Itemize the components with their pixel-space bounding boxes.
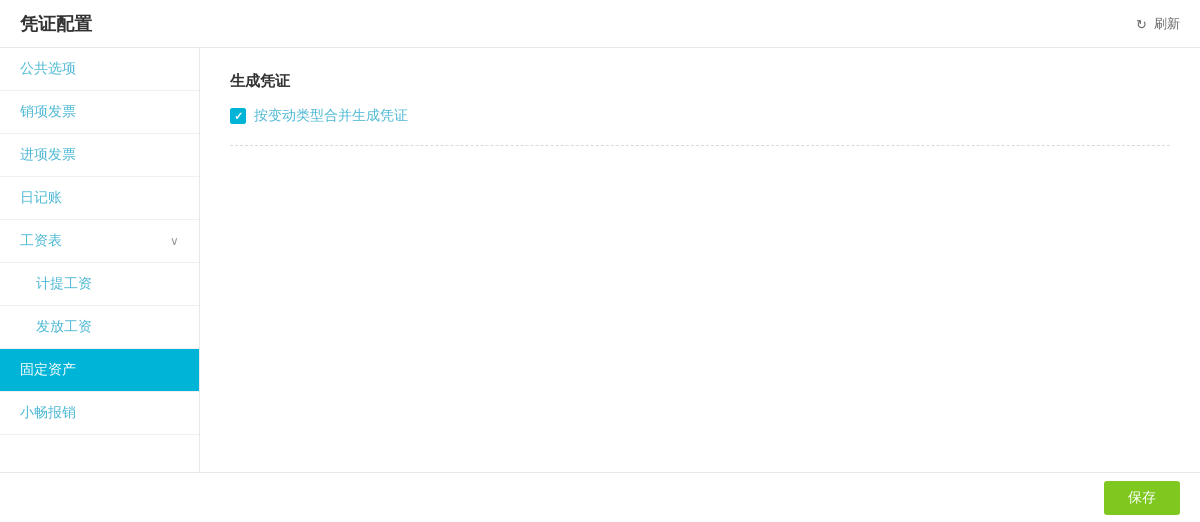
sidebar-item-expense[interactable]: 小畅报销 <box>0 392 199 435</box>
page-title: 凭证配置 <box>20 12 92 36</box>
page-header: 凭证配置 ↻ 刷新 <box>0 0 1200 48</box>
sidebar-item-label: 公共选项 <box>20 60 76 78</box>
sidebar-item-label: 工资表 <box>20 232 62 250</box>
checkbox-label[interactable]: 按变动类型合并生成凭证 <box>254 107 408 125</box>
section-divider <box>230 145 1170 146</box>
refresh-label: 刷新 <box>1154 15 1180 33</box>
sidebar-item-purchase_invoice[interactable]: 进项发票 <box>0 134 199 177</box>
sidebar-item-sales_invoice[interactable]: 销项发票 <box>0 91 199 134</box>
save-button[interactable]: 保存 <box>1104 481 1180 515</box>
sidebar-item-label: 发放工资 <box>36 318 92 336</box>
sidebar-item-label: 计提工资 <box>36 275 92 293</box>
content-area: 生成凭证 按变动类型合并生成凭证 <box>200 48 1200 472</box>
sidebar-item-label: 小畅报销 <box>20 404 76 422</box>
sidebar-item-calc_payroll[interactable]: 计提工资 <box>0 263 199 306</box>
sidebar-item-fixed_assets[interactable]: 固定资产 <box>0 349 199 392</box>
sidebar-item-label: 销项发票 <box>20 103 76 121</box>
refresh-icon: ↻ <box>1136 17 1150 31</box>
section-title: 生成凭证 <box>230 72 1170 91</box>
merge-checkbox[interactable] <box>230 108 246 124</box>
sidebar-item-journal[interactable]: 日记账 <box>0 177 199 220</box>
sidebar-item-label: 日记账 <box>20 189 62 207</box>
sidebar: 公共选项销项发票进项发票日记账工资表 ∨ 计提工资发放工资固定资产小畅报销 <box>0 48 200 472</box>
checkbox-row: 按变动类型合并生成凭证 <box>230 107 1170 125</box>
chevron-down-icon: ∨ <box>170 234 179 248</box>
sidebar-item-pay_payroll[interactable]: 发放工资 <box>0 306 199 349</box>
main-layout: 公共选项销项发票进项发票日记账工资表 ∨ 计提工资发放工资固定资产小畅报销 生成凭证… <box>0 48 1200 472</box>
sidebar-item-label: 固定资产 <box>20 361 76 379</box>
page-footer: 保存 <box>0 472 1200 522</box>
refresh-button[interactable]: ↻ 刷新 <box>1136 15 1180 33</box>
sidebar-item-public[interactable]: 公共选项 <box>0 48 199 91</box>
sidebar-item-label: 进项发票 <box>20 146 76 164</box>
sidebar-item-payroll[interactable]: 工资表 ∨ <box>0 220 199 263</box>
